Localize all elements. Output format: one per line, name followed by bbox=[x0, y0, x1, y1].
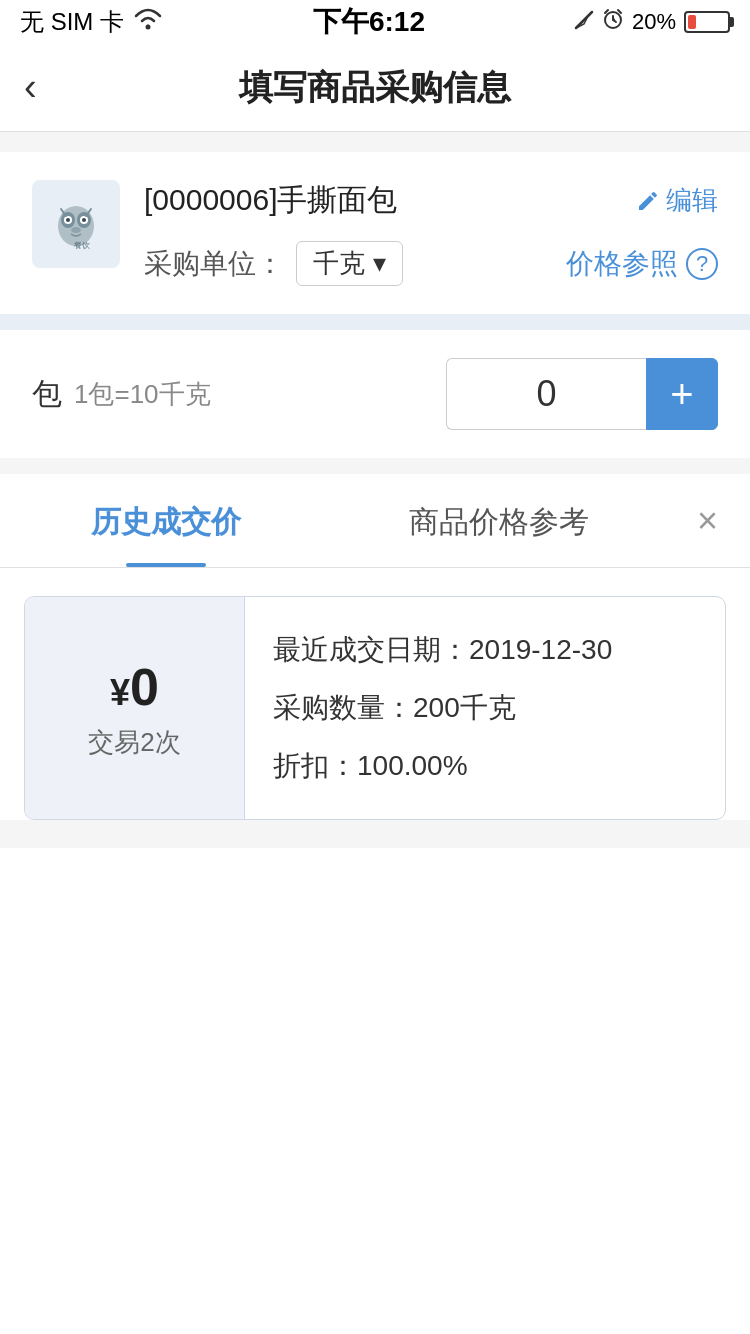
unit-label: 采购单位： bbox=[144, 245, 284, 283]
status-bar: 无 SIM 卡 下午6:12 20% bbox=[0, 0, 750, 44]
price-ref-label: 价格参照 bbox=[566, 245, 678, 283]
battery-percent: 20% bbox=[632, 9, 676, 35]
unit-value: 千克 bbox=[313, 246, 365, 281]
tab-history-label: 历史成交价 bbox=[91, 505, 241, 538]
latest-date-label: 最近成交日期： bbox=[273, 634, 469, 665]
quantity-plus-button[interactable]: + bbox=[646, 358, 718, 430]
quantity-input[interactable] bbox=[446, 358, 646, 430]
back-button[interactable]: ‹ bbox=[24, 66, 37, 109]
edit-button[interactable]: 编辑 bbox=[636, 183, 718, 218]
svg-point-0 bbox=[146, 25, 151, 30]
discount-row: 折扣：100.00% bbox=[273, 745, 697, 787]
product-card: 餐饮 [0000006]手撕面包 编辑 采购单位： 千克 ▾ bbox=[0, 152, 750, 314]
quantity-conversion: 1包=10千克 bbox=[74, 377, 211, 412]
lower-area bbox=[0, 848, 750, 1334]
quantity-row: 包 1包=10千克 + bbox=[0, 330, 750, 458]
tab-product-price[interactable]: 商品价格参考 bbox=[332, 474, 664, 567]
yen-symbol: ¥ bbox=[110, 672, 130, 713]
quantity-detail-value: 200千克 bbox=[413, 692, 516, 723]
history-price: ¥0 bbox=[110, 657, 159, 717]
battery-icon bbox=[684, 11, 730, 33]
wifi-icon bbox=[132, 8, 164, 36]
dropdown-arrow-icon: ▾ bbox=[373, 248, 386, 279]
product-info: [0000006]手撕面包 编辑 采购单位： 千克 ▾ 价格 bbox=[144, 180, 718, 286]
tab-product-label: 商品价格参考 bbox=[409, 505, 589, 538]
history-right-panel: 最近成交日期：2019-12-30 采购数量：200千克 折扣：100.00% bbox=[245, 597, 725, 819]
svg-point-9 bbox=[71, 227, 81, 233]
unit-select[interactable]: 千克 ▾ bbox=[296, 241, 403, 286]
carrier-label: 无 SIM 卡 bbox=[20, 6, 124, 38]
price-value: 0 bbox=[130, 658, 159, 716]
history-left-panel: ¥0 交易2次 bbox=[25, 597, 245, 819]
close-button[interactable]: × bbox=[665, 500, 750, 542]
status-time: 下午6:12 bbox=[313, 3, 425, 41]
tab-underline bbox=[126, 563, 206, 567]
discount-value: 100.00% bbox=[357, 750, 468, 781]
bottom-panel: 历史成交价 商品价格参考 × ¥0 交易2次 最近成交日期：2019-12-30… bbox=[0, 474, 750, 820]
location-icon bbox=[574, 8, 594, 36]
page-title: 填写商品采购信息 bbox=[239, 65, 511, 111]
section-divider bbox=[0, 314, 750, 330]
svg-point-7 bbox=[66, 218, 70, 222]
alarm-icon bbox=[602, 8, 624, 36]
tabs-row: 历史成交价 商品价格参考 × bbox=[0, 474, 750, 568]
svg-point-8 bbox=[82, 218, 86, 222]
status-left: 无 SIM 卡 bbox=[20, 6, 164, 38]
product-logo: 餐饮 bbox=[32, 180, 120, 268]
discount-label: 折扣： bbox=[273, 750, 357, 781]
nav-bar: ‹ 填写商品采购信息 bbox=[0, 44, 750, 132]
price-reference-button[interactable]: 价格参照 ? bbox=[566, 245, 718, 283]
quantity-input-group: + bbox=[446, 358, 718, 430]
help-icon: ? bbox=[686, 248, 718, 280]
product-name: [0000006]手撕面包 bbox=[144, 180, 397, 221]
status-right: 20% bbox=[574, 8, 730, 36]
quantity-row-detail: 采购数量：200千克 bbox=[273, 687, 697, 729]
history-trades: 交易2次 bbox=[88, 725, 180, 760]
svg-text:餐饮: 餐饮 bbox=[74, 241, 90, 250]
tab-history-price[interactable]: 历史成交价 bbox=[0, 474, 332, 567]
latest-date-row: 最近成交日期：2019-12-30 bbox=[273, 629, 697, 671]
quantity-unit-badge: 包 bbox=[32, 374, 62, 415]
history-card: ¥0 交易2次 最近成交日期：2019-12-30 采购数量：200千克 折扣：… bbox=[24, 596, 726, 820]
latest-date-value: 2019-12-30 bbox=[469, 634, 612, 665]
edit-label: 编辑 bbox=[666, 183, 718, 218]
quantity-detail-label: 采购数量： bbox=[273, 692, 413, 723]
